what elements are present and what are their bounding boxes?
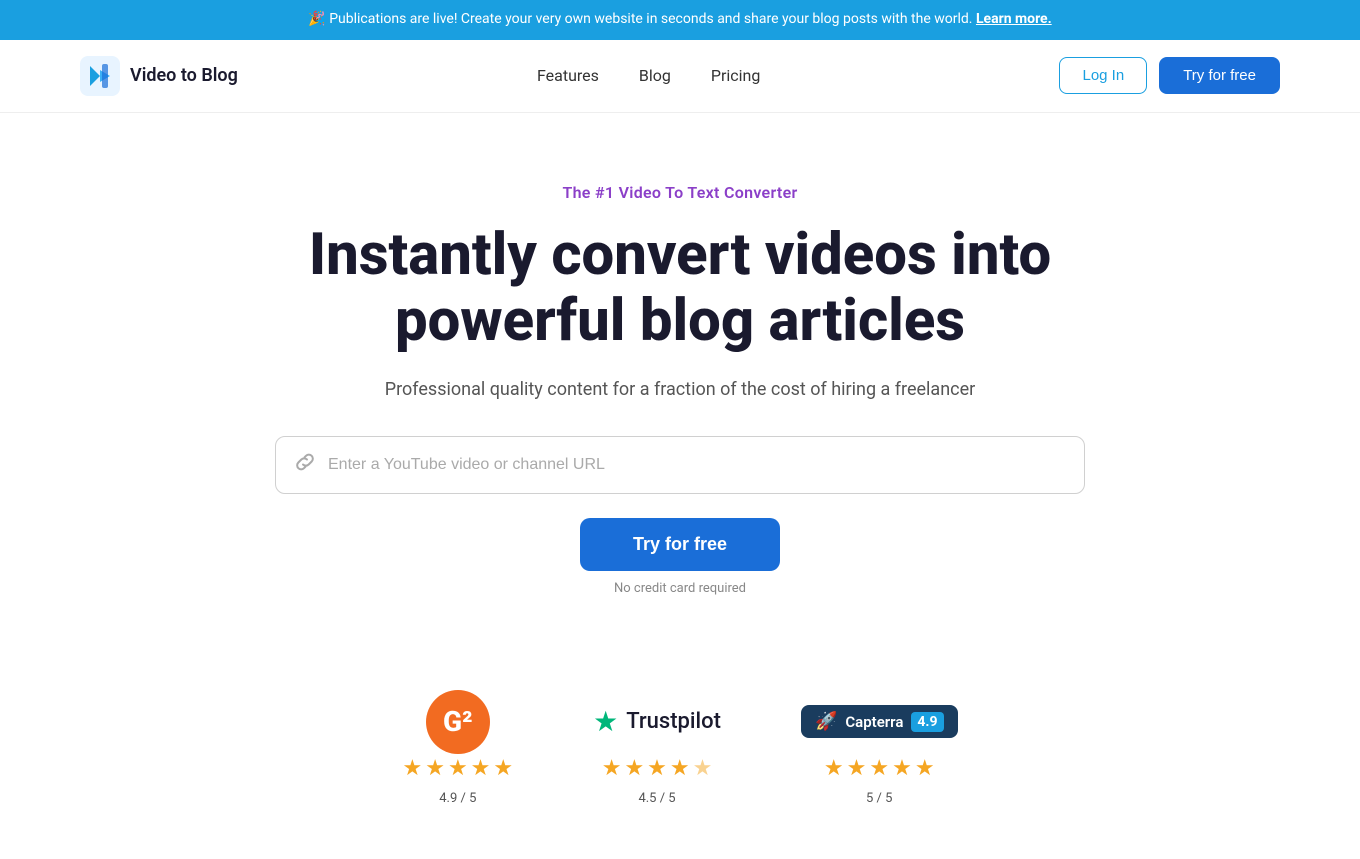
logo-text: Video to Blog <box>130 65 238 86</box>
capterra-stars: ★ ★ ★ ★ ★ <box>824 756 935 781</box>
g2-star-2: ★ <box>425 756 445 781</box>
hero-title: Instantly convert videos into powerful b… <box>290 222 1070 355</box>
link-icon <box>294 451 316 478</box>
login-button[interactable]: Log In <box>1059 57 1147 94</box>
nav-blog[interactable]: Blog <box>639 66 671 85</box>
g2-circle-icon: G² <box>426 690 490 754</box>
capterra-score-badge: 4.9 <box>911 712 943 732</box>
trustpilot-rating: ★ Trustpilot ★ ★ ★ ★ ★ 4.5 / 5 <box>593 696 721 806</box>
trustpilot-stars: ★ ★ ★ ★ ★ <box>602 756 713 781</box>
tp-star-4: ★ <box>670 756 690 781</box>
hero-description: Professional quality content for a fract… <box>20 379 1340 400</box>
g2-star-5: ★ <box>493 756 513 781</box>
trustpilot-score: 4.5 / 5 <box>638 791 675 806</box>
url-input-wrapper <box>275 436 1085 494</box>
hero-subtitle: The #1 Video To Text Converter <box>20 183 1340 202</box>
cap-star-3: ★ <box>869 756 889 781</box>
tp-star-1: ★ <box>602 756 622 781</box>
trustpilot-logo-star: ★ <box>593 705 618 738</box>
logo-link[interactable]: Video to Blog <box>80 56 238 96</box>
no-credit-text: No credit card required <box>20 581 1340 596</box>
g2-star-4: ★ <box>471 756 491 781</box>
nav-pricing[interactable]: Pricing <box>711 66 761 85</box>
g2-score: 4.9 / 5 <box>439 791 476 806</box>
announcement-banner: 🎉 Publications are live! Create your ver… <box>0 0 1360 40</box>
banner-text: 🎉 Publications are live! Create your ver… <box>308 11 972 27</box>
g2-stars: ★ ★ ★ ★ ★ <box>402 756 513 781</box>
tp-star-5: ★ <box>693 756 713 781</box>
hero-section: The #1 Video To Text Converter Instantly… <box>0 113 1360 636</box>
try-free-nav-button[interactable]: Try for free <box>1159 57 1280 94</box>
url-input[interactable] <box>328 456 1066 474</box>
g2-star-1: ★ <box>402 756 422 781</box>
nav-actions: Log In Try for free <box>1059 57 1280 94</box>
capterra-rocket-icon: 🚀 <box>815 711 837 732</box>
try-free-cta-button[interactable]: Try for free <box>580 518 780 571</box>
capterra-rating: 🚀 Capterra 4.9 ★ ★ ★ ★ ★ 5 / 5 <box>801 696 958 806</box>
logo-icon <box>80 56 120 96</box>
cap-star-2: ★ <box>847 756 867 781</box>
main-nav: Video to Blog Features Blog Pricing Log … <box>0 40 1360 113</box>
nav-features[interactable]: Features <box>537 66 599 85</box>
cap-star-4: ★ <box>892 756 912 781</box>
capterra-badge: 🚀 Capterra 4.9 <box>801 705 958 738</box>
cap-star-5: ★ <box>915 756 935 781</box>
tp-star-2: ★ <box>624 756 644 781</box>
trustpilot-logo: ★ Trustpilot <box>593 696 721 748</box>
capterra-score: 5 / 5 <box>866 791 892 806</box>
g2-rating: G² ★ ★ ★ ★ ★ 4.9 / 5 <box>402 696 513 806</box>
g2-star-3: ★ <box>448 756 468 781</box>
cap-star-1: ★ <box>824 756 844 781</box>
trustpilot-name: Trustpilot <box>626 709 721 734</box>
capterra-name: Capterra <box>845 713 903 731</box>
banner-link[interactable]: Learn more. <box>976 11 1052 27</box>
g2-logo: G² <box>426 696 490 748</box>
tp-star-3: ★ <box>647 756 667 781</box>
ratings-section: G² ★ ★ ★ ★ ★ 4.9 / 5 ★ Trustpilot ★ ★ ★ … <box>0 636 1360 846</box>
capterra-logo: 🚀 Capterra 4.9 <box>801 696 958 748</box>
nav-links: Features Blog Pricing <box>537 66 760 85</box>
